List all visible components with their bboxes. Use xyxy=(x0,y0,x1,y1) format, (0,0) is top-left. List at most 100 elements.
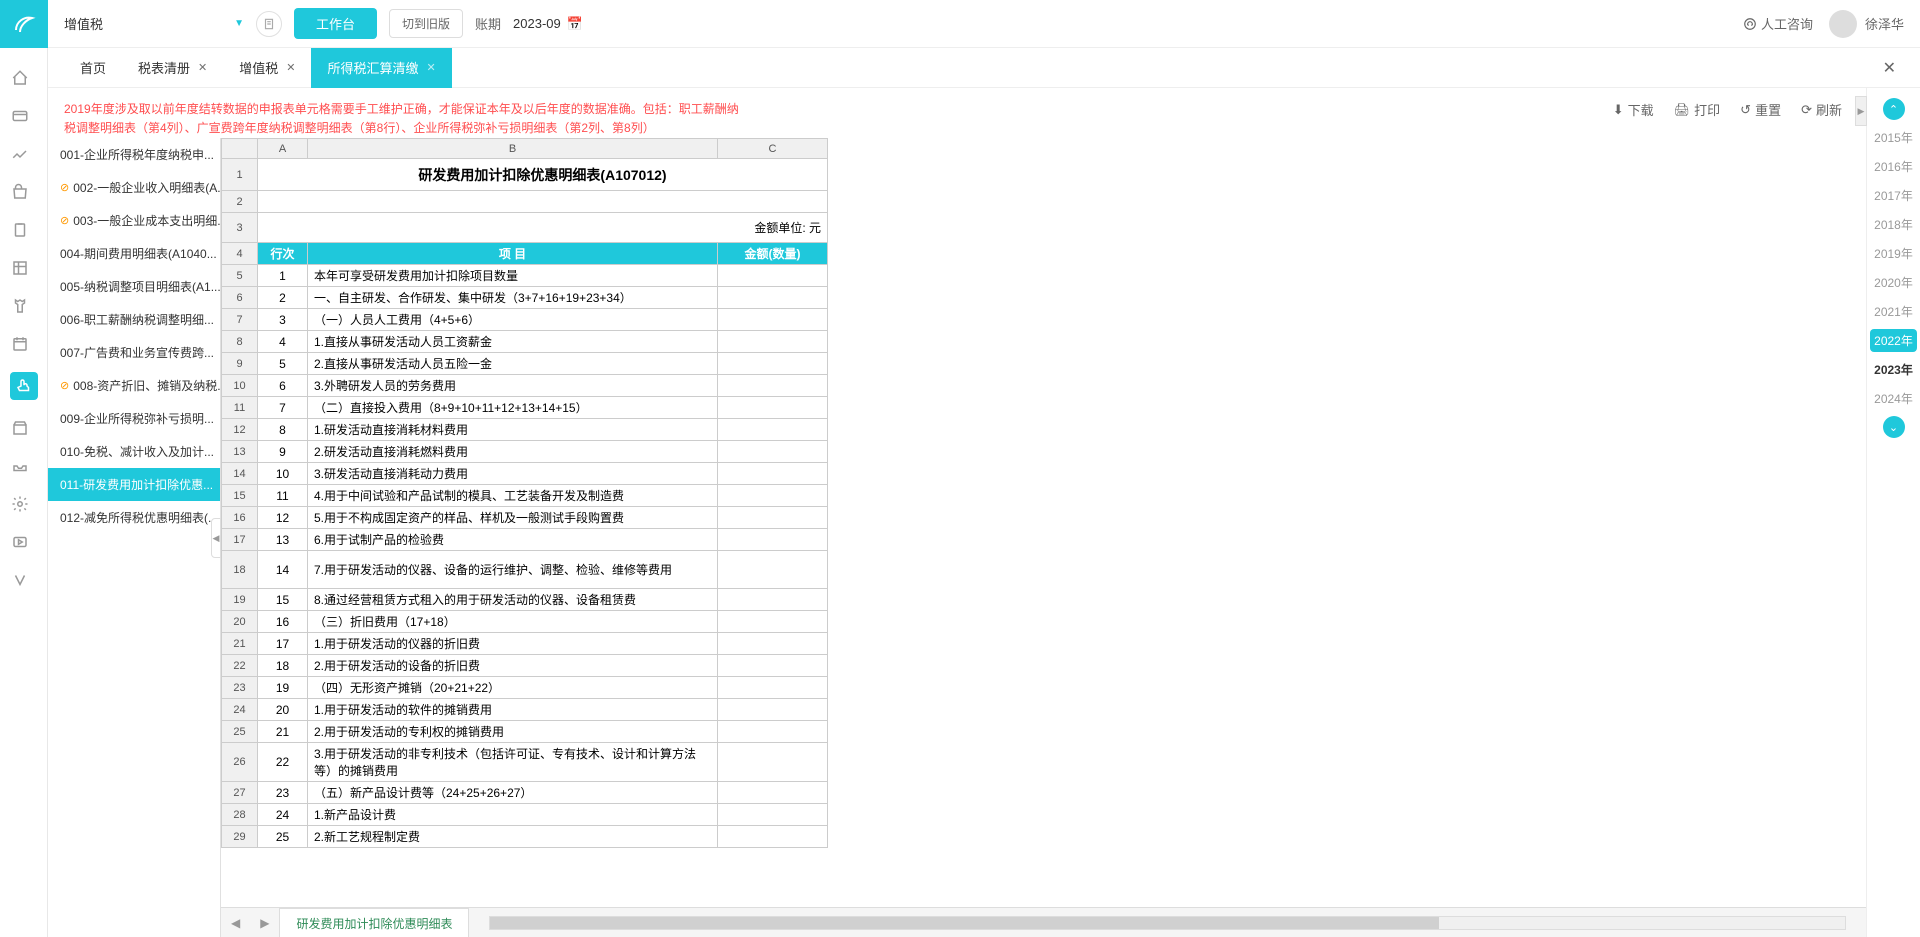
form-list-item[interactable]: ⊘002-一般企业收入明细表(A... xyxy=(48,171,220,204)
item-cell[interactable]: （五）新产品设计费等（24+25+26+27） xyxy=(308,782,718,804)
sheet-grid[interactable]: ABC1研发费用加计扣除优惠明细表(A107012)23金额单位: 元4行次项 … xyxy=(221,138,1866,907)
item-cell[interactable]: 2.新工艺规程制定费 xyxy=(308,826,718,848)
form-list-item[interactable]: 010-免税、减计收入及加计... xyxy=(48,435,220,468)
tab[interactable]: 所得税汇算清缴✕ xyxy=(311,48,451,88)
app-logo[interactable] xyxy=(0,0,48,48)
sheet-next-button[interactable]: ▶ xyxy=(250,916,279,930)
hand-icon[interactable] xyxy=(10,372,38,400)
form-list-item[interactable]: 001-企业所得税年度纳税申... xyxy=(48,138,220,171)
amount-cell[interactable] xyxy=(718,782,828,804)
amount-cell[interactable] xyxy=(718,353,828,375)
amount-cell[interactable] xyxy=(718,589,828,611)
item-cell[interactable]: 1.用于研发活动的软件的摊销费用 xyxy=(308,699,718,721)
reset-button[interactable]: ↺重置 xyxy=(1740,100,1781,119)
tab-close-icon[interactable]: ✕ xyxy=(198,61,207,74)
item-cell[interactable]: 1.研发活动直接消耗材料费用 xyxy=(308,419,718,441)
form-list-item[interactable]: 007-广告费和业务宣传费跨... xyxy=(48,336,220,369)
tab-close-icon[interactable]: ✕ xyxy=(427,61,436,74)
form-list-item[interactable]: 006-职工薪酬纳税调整明细... xyxy=(48,303,220,336)
form-list-item[interactable]: 004-期间费用明细表(A1040... xyxy=(48,237,220,270)
item-cell[interactable]: 3.研发活动直接消耗动力费用 xyxy=(308,463,718,485)
amount-cell[interactable] xyxy=(718,441,828,463)
form-list-item[interactable]: ⊘003-一般企业成本支出明细... xyxy=(48,204,220,237)
amount-cell[interactable] xyxy=(718,699,828,721)
item-cell[interactable]: 本年可享受研发费用加计扣除项目数量 xyxy=(308,265,718,287)
sheet-tab[interactable]: 研发费用加计扣除优惠明细表 xyxy=(279,908,469,937)
amount-cell[interactable] xyxy=(718,287,828,309)
card-icon[interactable] xyxy=(10,106,30,126)
worktable-button[interactable]: 工作台 xyxy=(294,8,377,39)
amount-cell[interactable] xyxy=(718,331,828,353)
amount-cell[interactable] xyxy=(718,677,828,699)
item-cell[interactable]: （四）无形资产摊销（20+21+22） xyxy=(308,677,718,699)
amount-cell[interactable] xyxy=(718,633,828,655)
support-link[interactable]: 人工咨询 xyxy=(1743,14,1813,33)
year-item[interactable]: 2018年 xyxy=(1870,213,1917,236)
amount-cell[interactable] xyxy=(718,485,828,507)
item-cell[interactable]: 1.用于研发活动的仪器的折旧费 xyxy=(308,633,718,655)
amount-cell[interactable] xyxy=(718,265,828,287)
sheet-prev-button[interactable]: ◀ xyxy=(221,916,250,930)
amount-cell[interactable] xyxy=(718,743,828,782)
download-button[interactable]: ⬇下载 xyxy=(1613,100,1654,119)
item-cell[interactable]: （二）直接投入费用（8+9+10+11+12+13+14+15） xyxy=(308,397,718,419)
item-cell[interactable]: （一）人员人工费用（4+5+6） xyxy=(308,309,718,331)
amount-cell[interactable] xyxy=(718,721,828,743)
item-cell[interactable]: 2.用于研发活动的设备的折旧费 xyxy=(308,655,718,677)
year-item[interactable]: 2024年 xyxy=(1870,387,1917,410)
amount-cell[interactable] xyxy=(718,551,828,589)
year-item[interactable]: 2017年 xyxy=(1870,184,1917,207)
year-item[interactable]: 2020年 xyxy=(1870,271,1917,294)
horizontal-scrollbar[interactable] xyxy=(489,916,1846,930)
tab[interactable]: 税表清册✕ xyxy=(122,48,223,88)
gear-icon[interactable] xyxy=(10,494,30,514)
video-icon[interactable] xyxy=(10,532,30,552)
amount-cell[interactable] xyxy=(718,804,828,826)
v-icon[interactable] xyxy=(10,570,30,590)
item-cell[interactable]: 6.用于试制产品的检验费 xyxy=(308,529,718,551)
tab-close-icon[interactable]: ✕ xyxy=(286,61,295,74)
item-cell[interactable]: 7.用于研发活动的仪器、设备的运行维护、调整、检验、维修等费用 xyxy=(308,551,718,589)
close-all-tabs-button[interactable]: ✕ xyxy=(1875,58,1904,78)
switch-old-button[interactable]: 切到旧版 xyxy=(389,9,463,38)
year-item[interactable]: 2022年 xyxy=(1870,329,1917,352)
item-cell[interactable]: 3.外聘研发人员的劳务费用 xyxy=(308,375,718,397)
item-cell[interactable]: 8.通过经营租赁方式租入的用于研发活动的仪器、设备租赁费 xyxy=(308,589,718,611)
item-cell[interactable]: （三）折旧费用（17+18） xyxy=(308,611,718,633)
amount-cell[interactable] xyxy=(718,419,828,441)
tab[interactable]: 首页 xyxy=(64,48,122,88)
amount-cell[interactable] xyxy=(718,826,828,848)
amount-cell[interactable] xyxy=(718,507,828,529)
item-cell[interactable]: 1.新产品设计费 xyxy=(308,804,718,826)
year-item[interactable]: 2015年 xyxy=(1870,126,1917,149)
item-cell[interactable]: 2.用于研发活动的专利权的摊销费用 xyxy=(308,721,718,743)
item-cell[interactable]: 1.直接从事研发活动人员工资薪金 xyxy=(308,331,718,353)
year-down-button[interactable]: ⌄ xyxy=(1883,416,1905,438)
inbox-icon[interactable] xyxy=(10,456,30,476)
amount-cell[interactable] xyxy=(718,375,828,397)
amount-cell[interactable] xyxy=(718,529,828,551)
item-cell[interactable]: 2.研发活动直接消耗燃料费用 xyxy=(308,441,718,463)
clipboard-icon[interactable] xyxy=(10,220,30,240)
item-cell[interactable]: 一、自主研发、合作研发、集中研发（3+7+16+19+23+34） xyxy=(308,287,718,309)
year-up-button[interactable]: ⌃ xyxy=(1883,98,1905,120)
form-list-item[interactable]: 005-纳税调整项目明细表(A1... xyxy=(48,270,220,303)
form-list-item[interactable]: 012-减免所得税优惠明细表(... xyxy=(48,501,220,534)
amount-cell[interactable] xyxy=(718,655,828,677)
doc-icon[interactable] xyxy=(256,11,282,37)
user-menu[interactable]: 徐泽华 xyxy=(1829,10,1904,38)
amount-cell[interactable] xyxy=(718,611,828,633)
refresh-button[interactable]: ⟳刷新 xyxy=(1801,100,1842,119)
item-cell[interactable]: 2.直接从事研发活动人员五险一金 xyxy=(308,353,718,375)
tab[interactable]: 增值税✕ xyxy=(223,48,311,88)
form-list-item[interactable]: ⊘008-资产折旧、摊销及纳税... xyxy=(48,369,220,402)
form-list-item[interactable]: 011-研发费用加计扣除优惠... xyxy=(48,468,220,501)
table-icon[interactable] xyxy=(10,258,30,278)
form-list-item[interactable]: 009-企业所得税弥补亏损明... xyxy=(48,402,220,435)
period-picker[interactable]: 2023-09 📅 xyxy=(513,16,583,32)
amount-cell[interactable] xyxy=(718,397,828,419)
year-item[interactable]: 2019年 xyxy=(1870,242,1917,265)
item-cell[interactable]: 4.用于中间试验和产品试制的模具、工艺装备开发及制造费 xyxy=(308,485,718,507)
amount-cell[interactable] xyxy=(718,309,828,331)
year-item[interactable]: 2023年 xyxy=(1870,358,1917,381)
